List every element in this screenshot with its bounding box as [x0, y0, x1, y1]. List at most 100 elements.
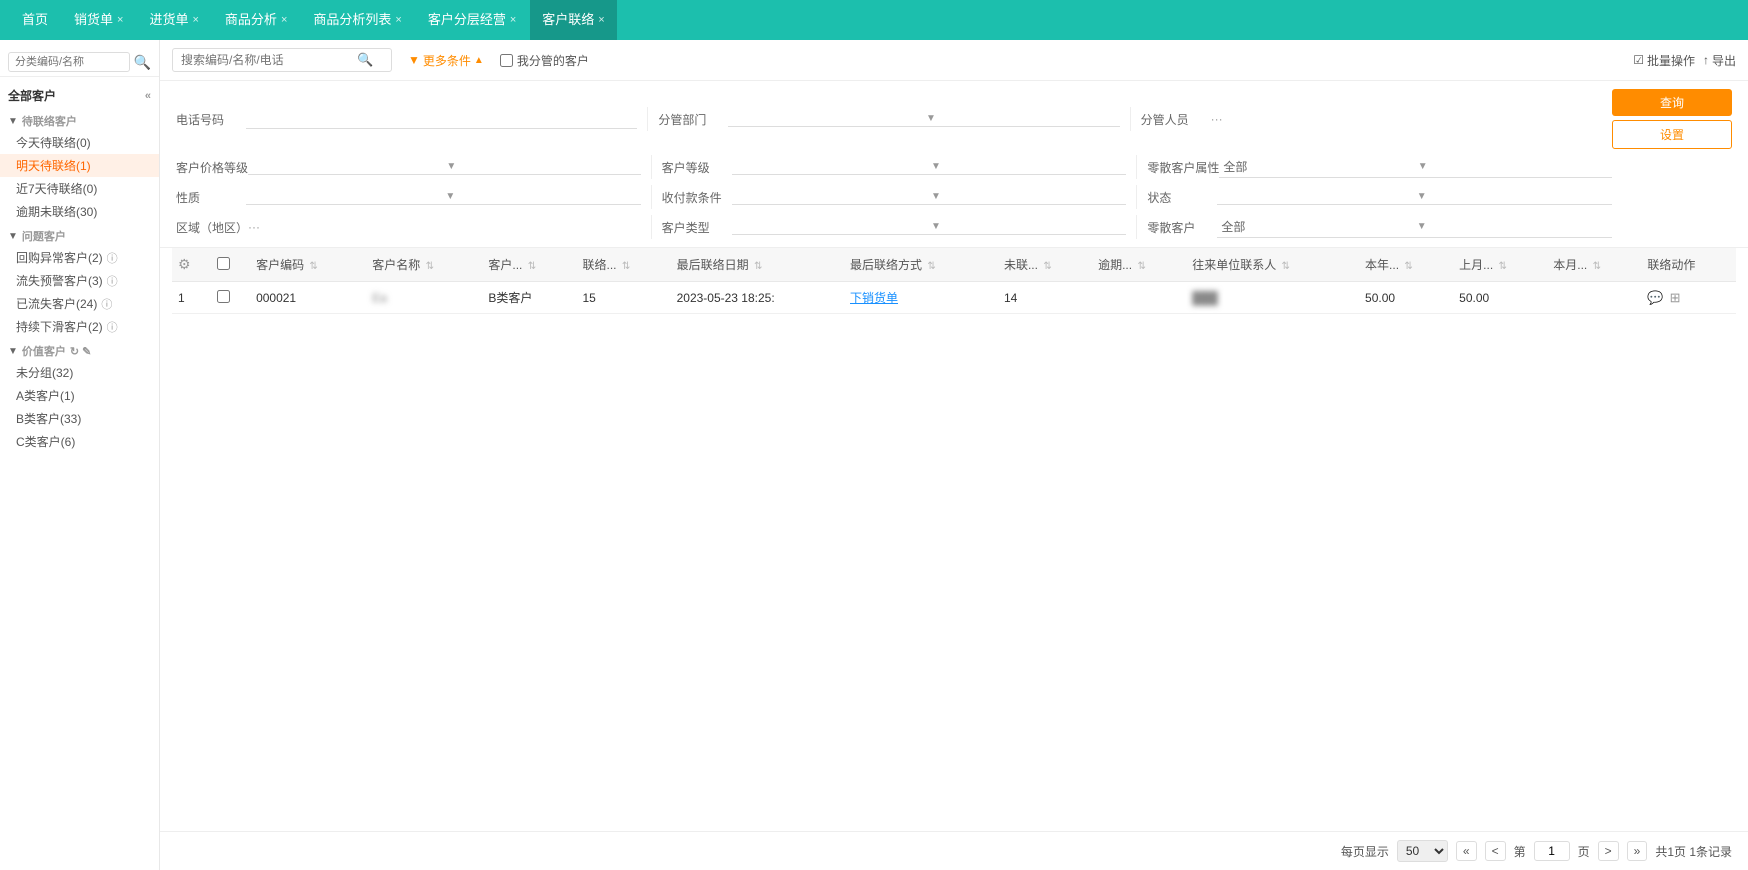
row-checkbox[interactable] — [217, 290, 230, 303]
col-action: 联络动作 — [1641, 248, 1736, 282]
sidebar-item-lost-risk[interactable]: 流失预警客户(3) ⓘ — [0, 269, 159, 292]
batch-operation-button[interactable]: ☑ 批量操作 — [1633, 52, 1695, 69]
nav-customer-contact-close[interactable]: × — [598, 0, 604, 40]
nav-customer-segment-close[interactable]: × — [510, 0, 516, 40]
last-page-button[interactable]: » — [1627, 841, 1648, 861]
retail-attr-select[interactable]: 全部 ▼ — [1219, 156, 1612, 178]
filter-chevron-icon: ▲ — [474, 55, 484, 66]
sort-icon-type: ⇅ — [528, 261, 536, 272]
sidebar-item-week7[interactable]: 近7天待联络(0) — [0, 177, 159, 200]
payment-select[interactable]: ▼ — [732, 189, 1127, 205]
cell-action: 💬 ⊞ — [1641, 282, 1736, 314]
filter-panel: 电话号码 分管部门 ▼ 分管人员 ··· 查询 — [160, 81, 1748, 248]
col-this-month[interactable]: 本月... ⇅ — [1547, 248, 1641, 282]
page-number-input[interactable] — [1534, 841, 1570, 861]
nature-arrow: ▼ — [445, 191, 636, 202]
filter-cell-dept: 分管部门 ▼ — [658, 111, 1119, 128]
customer-level-select[interactable]: ▼ — [732, 159, 1127, 175]
col-customer-type[interactable]: 客户... ⇅ — [482, 248, 576, 282]
section-problem-customers[interactable]: ▼ 问题客户 — [0, 223, 159, 246]
info-icon-4: ⓘ — [107, 319, 118, 335]
sidebar-item-c-class[interactable]: C类客户(6) — [0, 430, 159, 453]
region-more-btn[interactable]: ··· — [248, 220, 260, 234]
refresh-icon[interactable]: ↻ — [70, 345, 79, 358]
nav-sales[interactable]: 销货单 × — [62, 0, 135, 40]
nav-sales-close[interactable]: × — [117, 0, 123, 40]
sort-icon-year: ⇅ — [1404, 261, 1412, 272]
cell-this-month — [1547, 282, 1641, 314]
filter-cell-payment: 收付款条件 ▼ — [662, 189, 1127, 206]
sidebar-search-area: 🔍 — [0, 48, 159, 77]
col-overdue[interactable]: 逾期... ⇅ — [1092, 248, 1186, 282]
retail-attr-arrow: ▼ — [1418, 161, 1608, 172]
col-gear: ⚙ — [172, 248, 211, 282]
export-button[interactable]: ↑ 导出 — [1703, 52, 1736, 69]
col-uncontacted[interactable]: 未联... ⇅ — [998, 248, 1092, 282]
col-last-contact-method[interactable]: 最后联络方式 ⇅ — [844, 248, 998, 282]
column-settings-icon[interactable]: ⚙ — [178, 256, 191, 272]
price-level-select[interactable]: ▼ — [248, 159, 641, 175]
reset-button[interactable]: 设置 — [1612, 120, 1732, 149]
nav-customer-segment[interactable]: 客户分层经营 × — [416, 0, 528, 40]
section-value-customers[interactable]: ▼ 价值客户 ↻ ✎ — [0, 338, 159, 361]
sidebar-item-unsorted[interactable]: 未分组(32) — [0, 361, 159, 384]
retail-customer-select[interactable]: 全部 ▼ — [1217, 216, 1612, 238]
sort-icon-lmonth: ⇅ — [1499, 261, 1507, 272]
sidebar-item-today[interactable]: 今天待联络(0) — [0, 131, 159, 154]
sidebar-item-lost[interactable]: 已流失客户(24) ⓘ — [0, 292, 159, 315]
select-all-checkbox[interactable] — [217, 257, 230, 270]
prev-page-button[interactable]: < — [1485, 841, 1506, 861]
search-submit-icon[interactable]: 🔍 — [357, 52, 373, 68]
sort-icon-date: ⇅ — [754, 261, 762, 272]
col-last-month[interactable]: 上月... ⇅ — [1453, 248, 1547, 282]
search-input-wrap: 🔍 — [172, 48, 392, 72]
col-last-contact-date[interactable]: 最后联络日期 ⇅ — [671, 248, 844, 282]
first-page-button[interactable]: « — [1456, 841, 1477, 861]
sidebar-item-tomorrow[interactable]: 明天待联络(1) — [0, 154, 159, 177]
col-unit-contact[interactable]: 往来单位联系人 ⇅ — [1186, 248, 1359, 282]
next-page-button[interactable]: > — [1598, 841, 1619, 861]
table-header-row: ⚙ 客户编码 ⇅ 客户名称 ⇅ — [172, 248, 1736, 282]
page-size-select[interactable]: 50 100 200 — [1397, 840, 1448, 862]
grid-action-icon[interactable]: ⊞ — [1670, 290, 1681, 306]
dept-select[interactable]: ▼ — [728, 111, 1119, 127]
all-customers-header[interactable]: 全部客户 « — [0, 83, 159, 108]
sidebar-item-repurchase-abnormal[interactable]: 回购异常客户(2) ⓘ — [0, 246, 159, 269]
comment-action-icon[interactable]: 💬 — [1647, 290, 1663, 306]
status-select[interactable]: ▼ — [1217, 189, 1612, 205]
section-pending-contact[interactable]: ▼ 待联络客户 — [0, 108, 159, 131]
nav-product-analysis-list-close[interactable]: × — [395, 0, 401, 40]
nature-select[interactable]: ▼ — [246, 189, 641, 205]
more-filter-button[interactable]: ▼ 更多条件 ▲ — [402, 49, 490, 72]
nav-purchase[interactable]: 进货单 × — [137, 0, 210, 40]
last-contact-method-link[interactable]: 下销货单 — [850, 291, 898, 305]
sidebar-search-icon[interactable]: 🔍 — [134, 54, 151, 71]
nav-product-analysis-list[interactable]: 商品分析列表 × — [301, 0, 413, 40]
col-this-year[interactable]: 本年... ⇅ — [1359, 248, 1453, 282]
sidebar-item-b-class[interactable]: B类客户(33) — [0, 407, 159, 430]
my-customers-checkbox[interactable] — [500, 54, 513, 67]
phone-input[interactable] — [246, 110, 637, 129]
cell-name: Ea — [366, 282, 482, 314]
sidebar-collapse-btn[interactable]: « — [145, 90, 151, 102]
sidebar-search-input[interactable] — [8, 52, 130, 72]
cell-unit-contact: ███ — [1186, 282, 1359, 314]
nav-product-analysis-close[interactable]: × — [281, 0, 287, 40]
nav-product-analysis[interactable]: 商品分析 × — [213, 0, 299, 40]
edit-icon[interactable]: ✎ — [82, 345, 91, 358]
col-contact-count[interactable]: 联络... ⇅ — [576, 248, 670, 282]
sidebar-item-overdue[interactable]: 逾期未联络(30) — [0, 200, 159, 223]
nav-purchase-close[interactable]: × — [192, 0, 198, 40]
manager-more-btn[interactable]: ··· — [1211, 112, 1223, 126]
nav-home[interactable]: 首页 — [10, 0, 60, 40]
search-input[interactable] — [181, 53, 351, 67]
query-button[interactable]: 查询 — [1612, 89, 1732, 116]
sidebar-item-a-class[interactable]: A类客户(1) — [0, 384, 159, 407]
col-customer-name[interactable]: 客户名称 ⇅ — [366, 248, 482, 282]
customer-type-select[interactable]: ▼ — [732, 219, 1127, 235]
filter-cell-status: 状态 ▼ — [1147, 189, 1612, 206]
nav-customer-contact[interactable]: 客户联络 × — [530, 0, 616, 40]
col-customer-code[interactable]: 客户编码 ⇅ — [250, 248, 366, 282]
cell-this-year: 50.00 — [1359, 282, 1453, 314]
sidebar-item-continuous-decline[interactable]: 持续下滑客户(2) ⓘ — [0, 315, 159, 338]
